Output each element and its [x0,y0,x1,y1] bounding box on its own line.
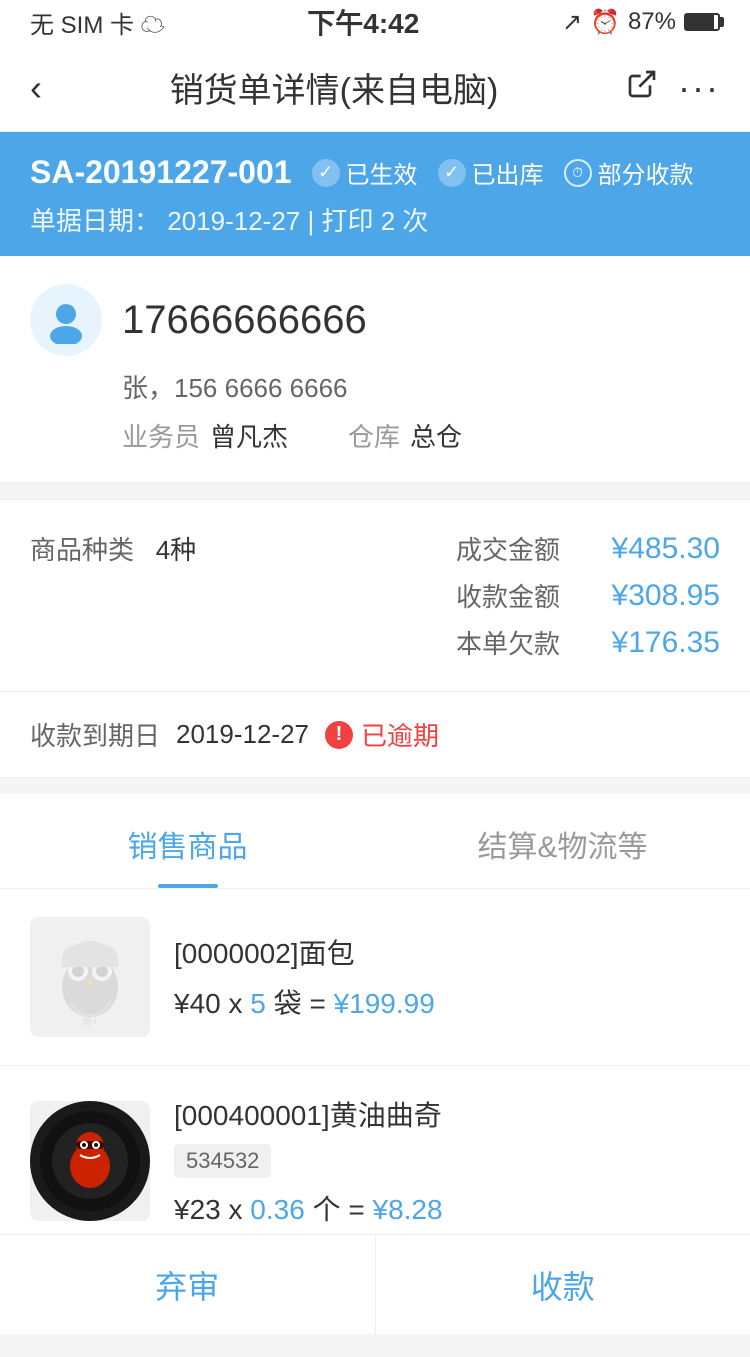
customer-meta: 业务员 曾凡杰 仓库 总仓 [30,417,720,454]
overdue-badge: ! 已逾期 [325,716,439,753]
product-list: 兽+ [0000002]面包 ¥40 x 5 袋 = ¥199.99 [0,889,750,1257]
back-button[interactable]: ‹ [30,67,42,109]
product-item: 兽+ [0000002]面包 ¥40 x 5 袋 = ¥199.99 [0,889,750,1066]
customer-phone: 17666666666 [122,298,367,343]
avatar [30,284,102,356]
tab-sales-products[interactable]: 销售商品 [0,794,375,888]
status-left: 无 SIM 卡 ☁ [30,5,165,40]
summary-card: 商品种类 4种 成交金额 ¥485.30 收款金额 ¥308.95 本单欠款 ¥… [0,499,750,692]
svg-text:兽+: 兽+ [82,1015,98,1027]
page-title: 销货单详情(来自电脑) [170,63,499,112]
salesman-label: 业务员 [122,417,200,454]
badge-effective: ✓ 已生效 [312,155,418,190]
receipt-amount-row: 收款金额 ¥308.95 [456,577,720,614]
product-qty-2: 0.36 [250,1194,305,1225]
nav-bar: ‹ 销货单详情(来自电脑) ··· [0,44,750,132]
product-total-2: ¥8.28 [373,1194,443,1225]
product-sku-2: 534532 [174,1144,271,1178]
salesman-value: 曾凡杰 [210,417,288,454]
check-icon-2: ✓ [438,159,466,187]
overdue-text: 已逾期 [361,716,439,753]
product-info-2: [000400001]黄油曲奇 534532 ¥23 x 0.36 个 = ¥8… [174,1094,720,1228]
order-id: SA-20191227-001 [30,154,292,191]
product-types-count: 4种 [156,535,196,565]
debt-amount-value: ¥176.35 [580,626,720,660]
product-total-1: ¥199.99 [334,988,435,1019]
battery-label: 87% [628,8,676,36]
cancel-review-button[interactable]: 弃审 [0,1235,376,1334]
summary-right: 成交金额 ¥485.30 收款金额 ¥308.95 本单欠款 ¥176.35 [456,530,720,661]
header-banner: SA-20191227-001 ✓ 已生效 ✓ 已出库 ⏱ 部分收款 单据日期：… [0,132,750,256]
product-types: 商品种类 4种 [30,530,196,567]
receipt-amount-label: 收款金额 [456,577,560,614]
product-name-1: [0000002]面包 [174,932,720,972]
clock-icon: ⏰ [590,8,620,37]
clock-badge-icon: ⏱ [564,159,592,187]
overdue-icon: ! [325,721,353,749]
product-image-2 [30,1101,150,1221]
debt-amount-row: 本单欠款 ¥176.35 [456,624,720,661]
share-icon[interactable] [626,68,658,108]
banner-date: 单据日期： 2019-12-27 | 打印 2 次 [30,201,720,238]
customer-top: 17666666666 [30,284,720,356]
tabs: 销售商品 结算&物流等 [0,794,750,889]
bottom-bar: 弃审 收款 [0,1234,750,1334]
receipt-amount-value: ¥308.95 [580,579,720,613]
deal-amount-value: ¥485.30 [580,532,720,566]
warehouse-value: 总仓 [410,417,462,454]
due-date-row: 收款到期日 2019-12-27 ! 已逾期 [0,692,750,778]
salesman-item: 业务员 曾凡杰 [122,417,288,454]
check-icon-1: ✓ [312,159,340,187]
product-info-1: [0000002]面包 ¥40 x 5 袋 = ¥199.99 [174,932,720,1022]
product-price-2: ¥23 x 0.36 个 = ¥8.28 [174,1188,720,1228]
order-date: 2019-12-27 [167,206,300,236]
product-image-1: 兽+ [30,917,150,1037]
banner-top: SA-20191227-001 ✓ 已生效 ✓ 已出库 ⏱ 部分收款 [30,154,720,191]
due-date-value: 2019-12-27 [176,719,309,750]
more-icon[interactable]: ··· [678,67,720,109]
summary-left: 商品种类 4种 [30,530,196,567]
status-right: ↗ ⏰ 87% [562,8,720,37]
sim-label: 无 SIM 卡 ☁ [30,5,165,40]
product-price-1: ¥40 x 5 袋 = ¥199.99 [174,982,720,1022]
warehouse-label: 仓库 [348,417,400,454]
print-count: 2 [381,206,395,236]
debt-amount-label: 本单欠款 [456,624,560,661]
deal-amount-row: 成交金额 ¥485.30 [456,530,720,567]
product-name-2: [000400001]黄油曲奇 [174,1094,720,1134]
product-item: [000400001]黄油曲奇 534532 ¥23 x 0.36 个 = ¥8… [0,1066,750,1257]
warehouse-item: 仓库 总仓 [348,417,462,454]
battery-icon [684,13,720,31]
customer-name-phone: 张，156 6666 6666 [30,368,720,405]
badge-partial-receipt: ⏱ 部分收款 [564,155,694,190]
due-date-label: 收款到期日 [30,716,160,753]
nav-actions: ··· [626,67,720,109]
location-icon: ↗ [562,8,582,37]
collect-button[interactable]: 收款 [376,1235,750,1334]
product-qty-1: 5 [250,988,266,1019]
deal-amount-label: 成交金额 [456,530,560,567]
tab-settlement-logistics[interactable]: 结算&物流等 [375,794,750,888]
status-bar: 无 SIM 卡 ☁ 下午4:42 ↗ ⏰ 87% [0,0,750,44]
status-time: 下午4:42 [307,2,419,42]
badge-shipped: ✓ 已出库 [438,155,544,190]
customer-card: 17666666666 张，156 6666 6666 业务员 曾凡杰 仓库 总… [0,256,750,483]
